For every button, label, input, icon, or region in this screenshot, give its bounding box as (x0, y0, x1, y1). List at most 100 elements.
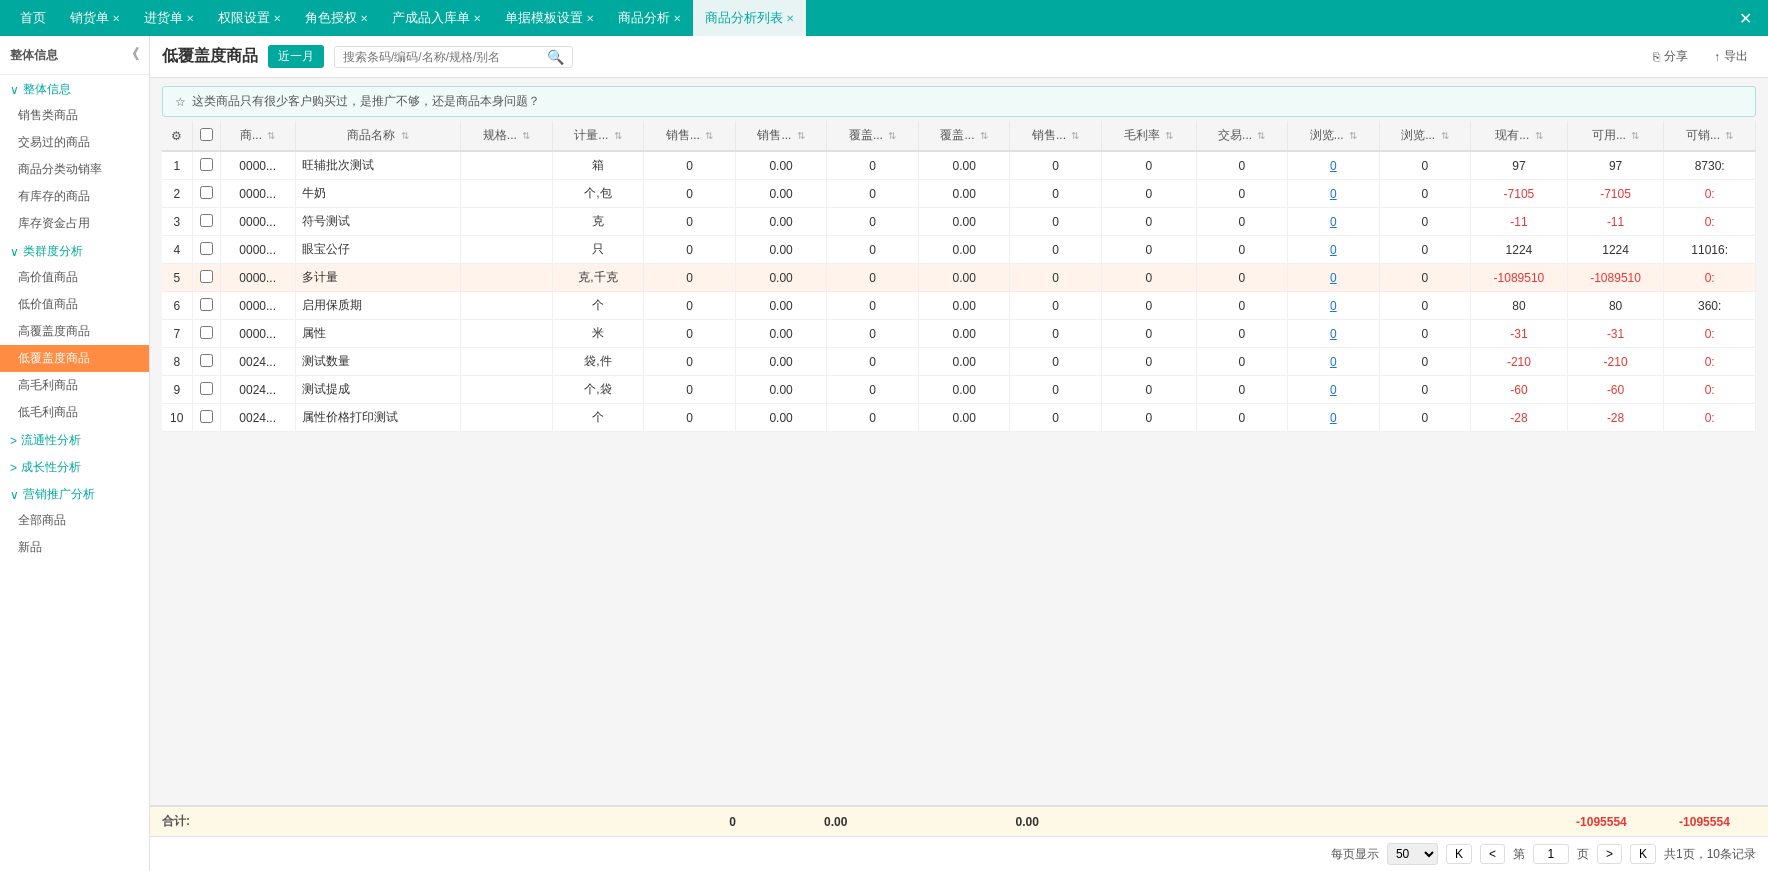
page-size-select[interactable]: 20 50 100 (1387, 843, 1438, 865)
cell-browse1[interactable]: 0 (1288, 320, 1380, 348)
row-checkbox[interactable] (200, 326, 213, 339)
sidebar-item-sales-products[interactable]: 销售类商品 (0, 102, 149, 129)
cell-checkbox[interactable] (192, 376, 220, 404)
time-filter-button[interactable]: 近一月 (268, 45, 324, 68)
cell-code: 0000... (220, 264, 295, 292)
footer-available-stock: -1095554 (1653, 815, 1756, 829)
sidebar-item-traded-products[interactable]: 交易过的商品 (0, 129, 149, 156)
sidebar-collapse-button[interactable]: 《 (125, 46, 139, 64)
cell-transaction: 0 (1196, 264, 1288, 292)
row-checkbox[interactable] (200, 214, 213, 227)
cell-gross-margin: 0 (1101, 151, 1196, 180)
last-page-button[interactable]: K (1630, 844, 1656, 864)
sidebar-item-stock-capital[interactable]: 库存资金占用 (0, 210, 149, 237)
cell-browse1[interactable]: 0 (1288, 376, 1380, 404)
cell-checkbox[interactable] (192, 208, 220, 236)
first-page-button[interactable]: K (1446, 844, 1472, 864)
sidebar-group-cluster[interactable]: ∨ 类群度分析 (0, 237, 149, 264)
search-input[interactable] (343, 50, 543, 64)
cell-browse1[interactable]: 0 (1288, 180, 1380, 208)
sidebar-item-high-coverage[interactable]: 高覆盖度商品 (0, 318, 149, 345)
cell-browse1[interactable]: 0 (1288, 404, 1380, 432)
column-sales-amount: 销售... ⇅ (735, 121, 827, 151)
select-all-checkbox[interactable] (200, 128, 213, 141)
cell-cover1: 0 (827, 292, 919, 320)
cell-checkbox[interactable] (192, 236, 220, 264)
prev-page-button[interactable]: < (1480, 844, 1505, 864)
cell-browse2: 0 (1379, 320, 1471, 348)
cell-browse1[interactable]: 0 (1288, 236, 1380, 264)
share-button[interactable]: ⎘ 分享 (1645, 44, 1696, 69)
cell-sales-qty: 0 (1010, 264, 1102, 292)
cell-browse1[interactable]: 0 (1288, 348, 1380, 376)
cell-transaction: 0 (1196, 180, 1288, 208)
row-checkbox[interactable] (200, 270, 213, 283)
cell-current-stock: -11 (1471, 208, 1568, 236)
cell-sales-qty: 0 (1010, 180, 1102, 208)
cell-checkbox[interactable] (192, 320, 220, 348)
sidebar-group-circulation[interactable]: > 流通性分析 (0, 426, 149, 453)
sidebar-group-overall[interactable]: ∨ 整体信息 (0, 75, 149, 102)
cell-code: 0024... (220, 404, 295, 432)
cell-checkbox[interactable] (192, 180, 220, 208)
cell-transaction: 0 (1196, 151, 1288, 180)
cell-browse1[interactable]: 0 (1288, 292, 1380, 320)
cell-browse2: 0 (1379, 180, 1471, 208)
sidebar-item-low-coverage[interactable]: 低覆盖度商品 (0, 345, 149, 372)
nav-analysis-list[interactable]: 商品分析列表 ✕ (693, 0, 806, 36)
export-button[interactable]: ↑ 导出 (1706, 44, 1756, 69)
cell-sales-count: 0 (644, 236, 736, 264)
nav-purchase[interactable]: 进货单 ✕ (132, 0, 206, 36)
footer-gross-empty (1167, 815, 1255, 829)
cell-checkbox[interactable] (192, 348, 220, 376)
nav-role[interactable]: 角色授权 ✕ (293, 0, 380, 36)
row-checkbox[interactable] (200, 382, 213, 395)
cell-checkbox[interactable] (192, 292, 220, 320)
row-checkbox[interactable] (200, 354, 213, 367)
nav-production[interactable]: 产成品入库单 ✕ (380, 0, 493, 36)
sidebar-item-high-value[interactable]: 高价值商品 (0, 264, 149, 291)
sidebar-item-high-margin[interactable]: 高毛利商品 (0, 372, 149, 399)
footer-cover1-empty (887, 815, 975, 829)
cell-checkbox[interactable] (192, 151, 220, 180)
cell-browse1[interactable]: 0 (1288, 208, 1380, 236)
search-icon[interactable]: 🔍 (547, 49, 564, 65)
nav-sales[interactable]: 销货单 ✕ (58, 0, 132, 36)
sidebar-item-new-products[interactable]: 新品 (0, 534, 149, 561)
cell-sales-qty: 0 (1010, 236, 1102, 264)
row-checkbox[interactable] (200, 242, 213, 255)
nav-analysis[interactable]: 商品分析 ✕ (606, 0, 693, 36)
page-number-input[interactable] (1533, 844, 1569, 864)
nav-home[interactable]: 首页 (8, 0, 58, 36)
column-checkbox[interactable] (192, 121, 220, 151)
cell-gross-margin: 0 (1101, 320, 1196, 348)
row-checkbox[interactable] (200, 298, 213, 311)
sidebar-item-low-value[interactable]: 低价值商品 (0, 291, 149, 318)
cell-checkbox[interactable] (192, 404, 220, 432)
sidebar-item-category-rate[interactable]: 商品分类动销率 (0, 156, 149, 183)
next-page-button[interactable]: > (1597, 844, 1622, 864)
sidebar-item-in-stock[interactable]: 有库存的商品 (0, 183, 149, 210)
row-checkbox[interactable] (200, 186, 213, 199)
table-row: 100024...属性价格打印测试个00.0000.0000000-28-280… (162, 404, 1756, 432)
sidebar-group-marketing[interactable]: ∨ 营销推广分析 (0, 480, 149, 507)
sidebar: 整体信息 《 ∨ 整体信息 销售类商品 交易过的商品 商品分类动销率 有库存的商… (0, 36, 150, 871)
cell-browse1[interactable]: 0 (1288, 264, 1380, 292)
cell-checkbox[interactable] (192, 264, 220, 292)
window-close-button[interactable]: ✕ (1731, 9, 1760, 28)
cell-available-stock: 80 (1567, 292, 1664, 320)
sidebar-item-low-margin[interactable]: 低毛利商品 (0, 399, 149, 426)
table-row: 10000...旺辅批次测试箱00.0000.000000097978730: (162, 151, 1756, 180)
nav-permission[interactable]: 权限设置 ✕ (206, 0, 293, 36)
row-checkbox[interactable] (200, 410, 213, 423)
cell-browse1[interactable]: 0 (1288, 151, 1380, 180)
sidebar-group-growth[interactable]: > 成长性分析 (0, 453, 149, 480)
sidebar-group-marketing-arrow: ∨ (10, 488, 19, 502)
cell-browse2: 0 (1379, 348, 1471, 376)
nav-template[interactable]: 单据模板设置 ✕ (493, 0, 606, 36)
column-settings[interactable]: ⚙ (162, 121, 192, 151)
footer-spacer4 (608, 815, 682, 829)
sidebar-item-all-products[interactable]: 全部商品 (0, 507, 149, 534)
cell-browse2: 0 (1379, 292, 1471, 320)
row-checkbox[interactable] (200, 158, 213, 171)
